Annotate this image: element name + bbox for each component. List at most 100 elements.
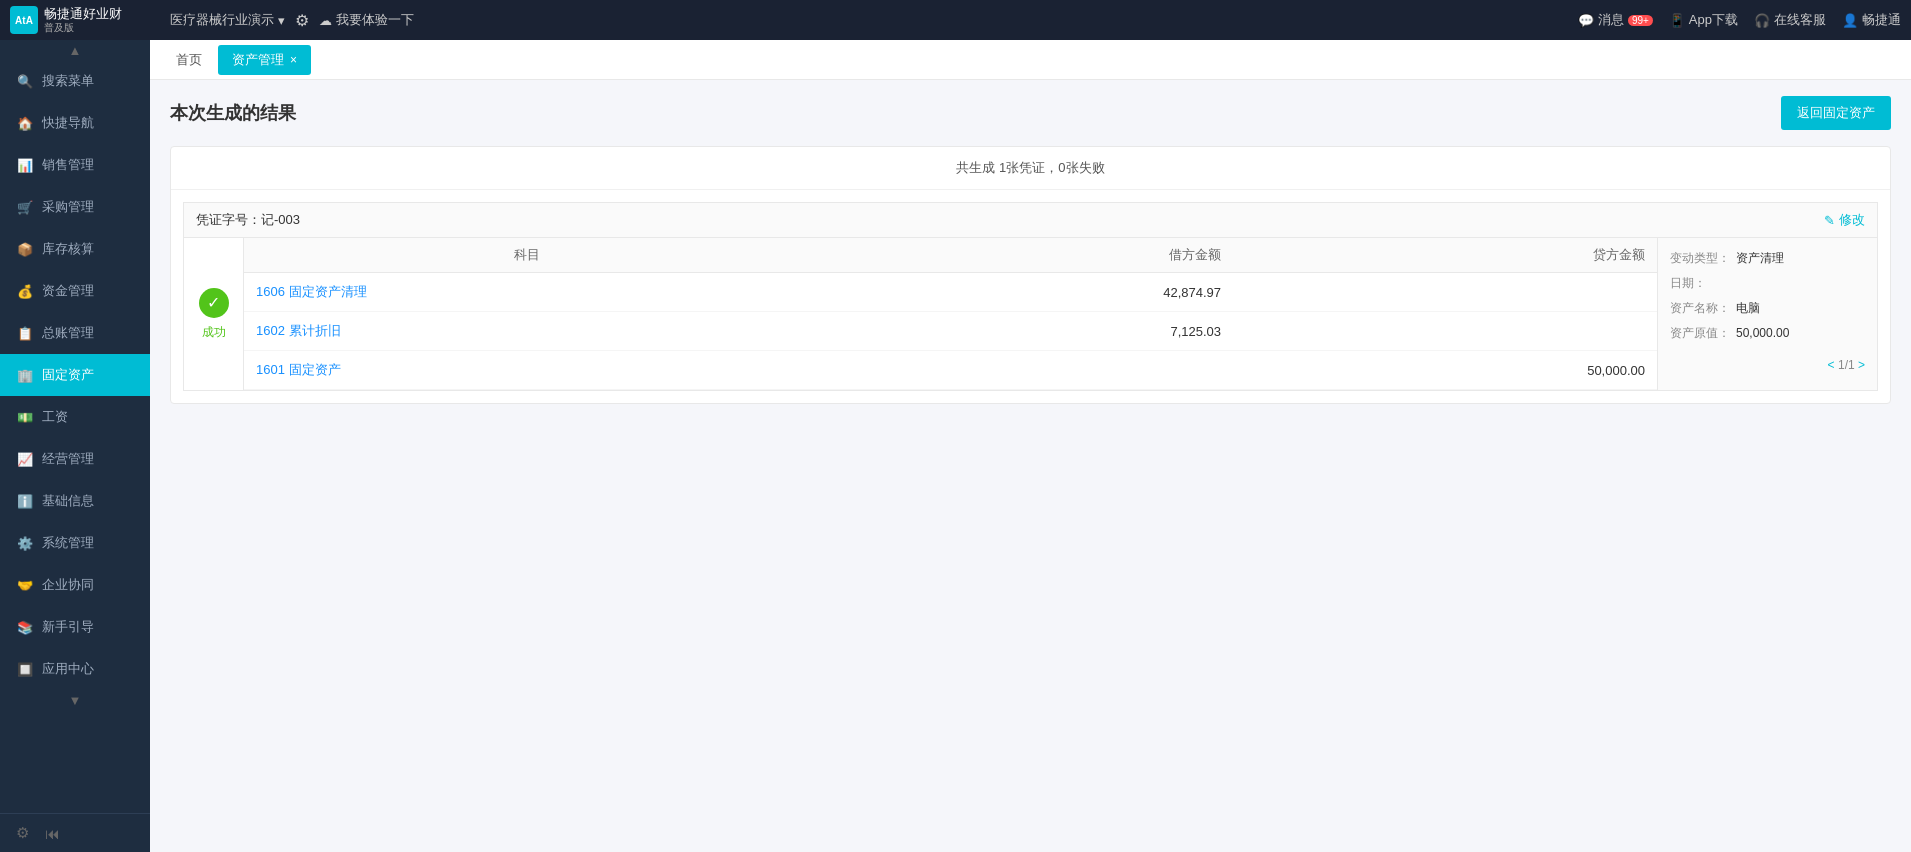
app-icon: 🔲 (16, 660, 34, 678)
col-header-debit: 借方金额 (809, 238, 1233, 273)
top-bar-right: 💬 消息 99+ 📱 App下载 🎧 在线客服 👤 畅捷通 (1578, 11, 1901, 29)
app-download-label: App下载 (1689, 11, 1738, 29)
cell-debit: 7,125.03 (809, 312, 1233, 351)
dropdown-icon: ▾ (278, 13, 285, 28)
success-icon: ✓ (199, 288, 229, 318)
messages-badge: 99+ (1628, 15, 1653, 26)
collapse-icon[interactable]: ⏮ (45, 825, 60, 842)
change-type-label: 变动类型： (1670, 250, 1730, 267)
online-service-label: 在线客服 (1774, 11, 1826, 29)
sidebar-item-ledger[interactable]: 📋 总账管理 (0, 312, 150, 354)
voucher-table: 科目 借方金额 贷方金额 1606 固定资产清理 42,874.97 1602 … (244, 238, 1657, 390)
messages-label: 消息 (1598, 11, 1624, 29)
user-item[interactable]: 👤 畅捷通 (1842, 11, 1901, 29)
phone-icon: 📱 (1669, 13, 1685, 28)
pagination-prev[interactable]: < (1828, 358, 1835, 372)
sidebar-item-sales[interactable]: 📊 销售管理 (0, 144, 150, 186)
company-selector[interactable]: 医疗器械行业演示 ▾ (170, 11, 285, 29)
sidebar-item-cooperation[interactable]: 🤝 企业协同 (0, 564, 150, 606)
experience-label: 我要体验一下 (336, 11, 414, 29)
sidebar-item-ledger-label: 总账管理 (42, 324, 94, 342)
top-bar: AtA 畅捷通好业财 普及版 医疗器械行业演示 ▾ ⚙ ☁ 我要体验一下 💬 消… (0, 0, 1911, 40)
table-row: 1606 固定资产清理 42,874.97 (244, 273, 1657, 312)
cooperation-icon: 🤝 (16, 576, 34, 594)
return-button[interactable]: 返回固定资产 (1781, 96, 1891, 130)
asset-name-label: 资产名称： (1670, 300, 1730, 317)
sidebar-item-search[interactable]: 🔍 搜索菜单 (0, 60, 150, 102)
cell-credit (1233, 312, 1657, 351)
guide-icon: 📚 (16, 618, 34, 636)
sidebar-item-funds[interactable]: 💰 资金管理 (0, 270, 150, 312)
sidebar-item-inventory[interactable]: 📦 库存核算 (0, 228, 150, 270)
top-bar-center: 医疗器械行业演示 ▾ ⚙ ☁ 我要体验一下 (160, 11, 1578, 30)
payroll-icon: 💵 (16, 408, 34, 426)
info-row-asset-name: 资产名称： 电脑 (1670, 300, 1865, 317)
sidebar-item-system[interactable]: ⚙️ 系统管理 (0, 522, 150, 564)
date-label: 日期： (1670, 275, 1706, 292)
success-text: 成功 (202, 324, 226, 341)
sidebar-item-basic[interactable]: ℹ️ 基础信息 (0, 480, 150, 522)
search-icon: 🔍 (16, 72, 34, 90)
sidebar-item-system-label: 系统管理 (42, 534, 94, 552)
cell-credit: 50,000.00 (1233, 351, 1657, 390)
logo-main: 畅捷通好业财 (44, 6, 122, 22)
sidebar-item-guide-label: 新手引导 (42, 618, 94, 636)
pagination: < 1/1 > (1670, 350, 1865, 372)
tab-home[interactable]: 首页 (166, 51, 212, 69)
message-icon: 💬 (1578, 13, 1594, 28)
online-service-item[interactable]: 🎧 在线客服 (1754, 11, 1826, 29)
settings-icon[interactable]: ⚙ (295, 11, 309, 30)
cell-credit (1233, 273, 1657, 312)
asset-name-value: 电脑 (1736, 300, 1760, 317)
table-row: 1602 累计折旧 7,125.03 (244, 312, 1657, 351)
change-type-value: 资产清理 (1736, 250, 1784, 267)
pagination-next[interactable]: > (1858, 358, 1865, 372)
sidebar-item-purchase[interactable]: 🛒 采购管理 (0, 186, 150, 228)
sidebar-item-app-label: 应用中心 (42, 660, 94, 678)
sidebar-item-guide[interactable]: 📚 新手引导 (0, 606, 150, 648)
sidebar-item-payroll[interactable]: 💵 工资 (0, 396, 150, 438)
page-title: 本次生成的结果 (170, 101, 296, 125)
sidebar-item-management[interactable]: 📈 经营管理 (0, 438, 150, 480)
logo: AtA 畅捷通好业财 普及版 (10, 6, 160, 34)
cloud-icon: ☁ (319, 13, 332, 28)
settings-footer-icon[interactable]: ⚙ (16, 824, 29, 842)
sidebar-scroll-down[interactable]: ▼ (0, 690, 150, 710)
asset-value-label: 资产原值： (1670, 325, 1730, 342)
purchase-icon: 🛒 (16, 198, 34, 216)
voucher-container: 凭证字号：记-003 ✎ 修改 ✓ 成功 (171, 190, 1890, 403)
info-row-asset-value: 资产原值： 50,000.00 (1670, 325, 1865, 342)
user-label: 畅捷通 (1862, 11, 1901, 29)
voucher-body: ✓ 成功 科目 借方金额 贷方金额 (183, 237, 1878, 391)
table-row: 1601 固定资产 50,000.00 (244, 351, 1657, 390)
col-header-credit: 贷方金额 (1233, 238, 1657, 273)
cell-subject: 1602 累计折旧 (244, 312, 809, 351)
cell-debit (809, 351, 1233, 390)
management-icon: 📈 (16, 450, 34, 468)
edit-label: 修改 (1839, 211, 1865, 229)
app-download-item[interactable]: 📱 App下载 (1669, 11, 1738, 29)
sidebar-item-cooperation-label: 企业协同 (42, 576, 94, 594)
sidebar-item-search-label: 搜索菜单 (42, 72, 94, 90)
tab-close-button[interactable]: × (290, 53, 297, 67)
sidebar-footer: ⚙ ⏮ (0, 813, 150, 852)
status-column: ✓ 成功 (184, 238, 244, 390)
info-panel: 变动类型： 资产清理 日期： 资产名称： 电脑 (1657, 238, 1877, 390)
sales-icon: 📊 (16, 156, 34, 174)
sidebar: ▲ 🔍 搜索菜单 🏠 快捷导航 📊 销售管理 🛒 采购管理 📦 库存核算 💰 资… (0, 40, 150, 852)
sidebar-scroll-up[interactable]: ▲ (0, 40, 150, 60)
cell-subject: 1601 固定资产 (244, 351, 809, 390)
asset-value-value: 50,000.00 (1736, 326, 1789, 340)
tab-asset-management[interactable]: 资产管理 × (218, 45, 311, 75)
col-header-subject: 科目 (244, 238, 809, 273)
edit-button[interactable]: ✎ 修改 (1824, 211, 1865, 229)
page-content: 本次生成的结果 返回固定资产 共生成 1张凭证，0张失败 凭证字号：记-003 … (150, 80, 1911, 852)
sidebar-item-fixed[interactable]: 🏢 固定资产 (0, 354, 150, 396)
sidebar-item-quicknav[interactable]: 🏠 快捷导航 (0, 102, 150, 144)
logo-sub: 普及版 (44, 22, 122, 34)
messages-item[interactable]: 💬 消息 99+ (1578, 11, 1653, 29)
content-area: 首页 资产管理 × 本次生成的结果 返回固定资产 共生成 1张凭证，0张失败 凭… (150, 40, 1911, 852)
experience-button[interactable]: ☁ 我要体验一下 (319, 11, 414, 29)
sidebar-item-app[interactable]: 🔲 应用中心 (0, 648, 150, 690)
system-icon: ⚙️ (16, 534, 34, 552)
